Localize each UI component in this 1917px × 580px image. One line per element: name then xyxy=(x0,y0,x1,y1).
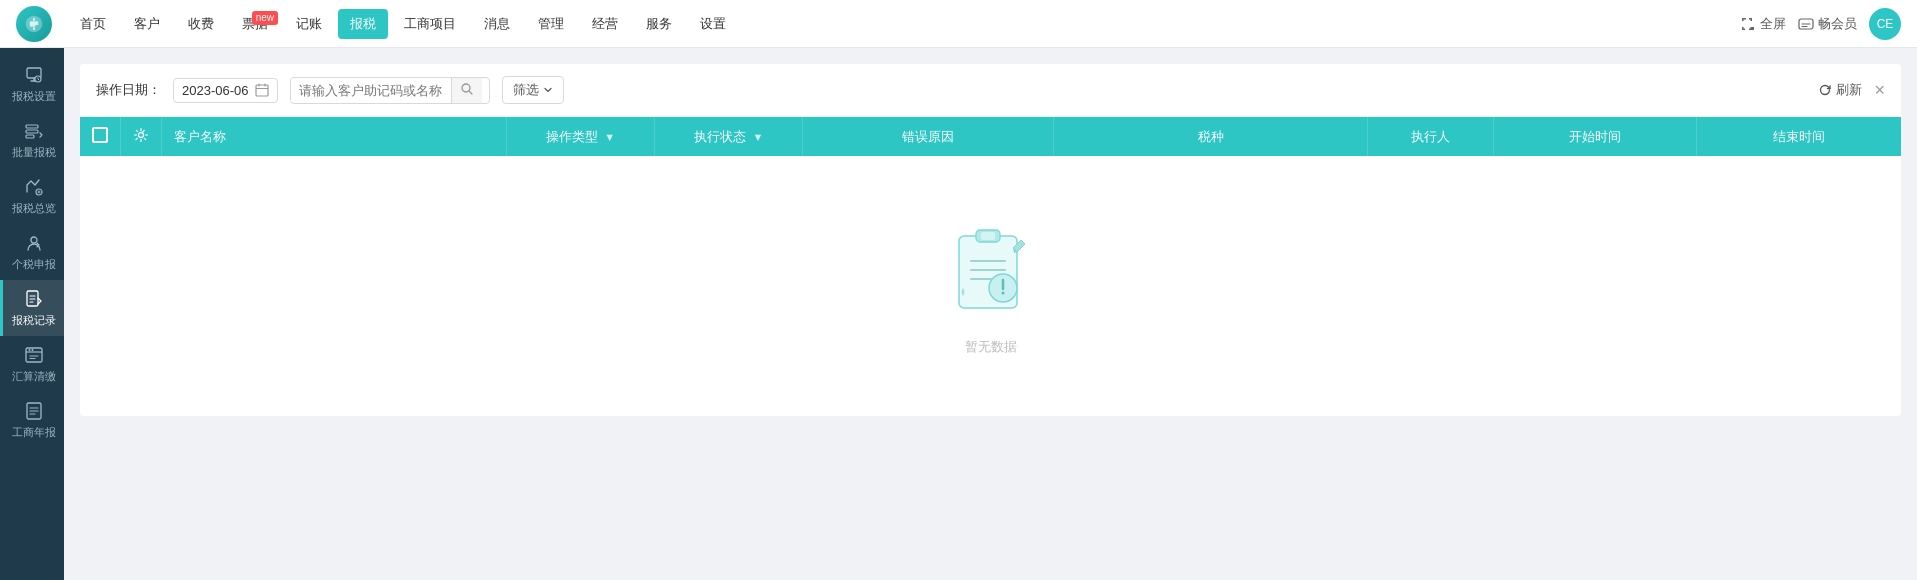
table-container: 客户名称 操作类型 ▼ 执行状态 ▼ 错误原因 xyxy=(80,117,1901,416)
user-avatar[interactable]: CE xyxy=(1869,8,1901,40)
sidebar-label-personal-tax: 个税申报 xyxy=(12,257,56,272)
calendar-icon xyxy=(255,83,269,97)
nav-messages[interactable]: 消息 xyxy=(472,9,522,39)
app-logo[interactable] xyxy=(16,6,52,42)
sidebar-label-settlement: 汇算清缴 xyxy=(12,369,56,384)
sidebar-item-batch-tax[interactable]: 批量报税 xyxy=(0,112,64,168)
new-badge: new xyxy=(252,11,278,25)
svg-rect-5 xyxy=(26,135,34,138)
search-input[interactable] xyxy=(291,79,451,102)
sidebar-label-tax-records: 报税记录 xyxy=(12,313,56,328)
sidebar-item-annual-report[interactable]: 工商年报 xyxy=(0,392,64,448)
empty-illustration xyxy=(941,216,1041,326)
svg-point-10 xyxy=(28,349,30,351)
svg-rect-9 xyxy=(26,348,42,362)
tax-settings-icon xyxy=(23,64,45,86)
table-header-row: 客户名称 操作类型 ▼ 执行状态 ▼ 错误原因 xyxy=(80,117,1901,156)
th-error-reason: 错误原因 xyxy=(803,117,1054,156)
personal-tax-icon xyxy=(23,232,45,254)
fullscreen-icon xyxy=(1740,16,1756,32)
date-picker[interactable]: 2023-06-06 xyxy=(173,78,278,103)
member-icon xyxy=(1798,16,1814,32)
th-start-time: 开始时间 xyxy=(1493,117,1697,156)
th-executor: 执行人 xyxy=(1368,117,1494,156)
sidebar-item-personal-tax[interactable]: 个税申报 xyxy=(0,224,64,280)
th-checkbox[interactable] xyxy=(80,117,120,156)
op-type-filter-icon: ▼ xyxy=(604,131,615,143)
table-body: 暂无数据 xyxy=(80,156,1901,416)
refresh-icon xyxy=(1818,83,1832,97)
sidebar: 报税设置 批量报税 报税总览 xyxy=(0,48,64,580)
search-button[interactable] xyxy=(451,78,482,103)
date-label: 操作日期： xyxy=(96,81,161,99)
settings-icon xyxy=(133,127,149,143)
nav-services[interactable]: 服务 xyxy=(634,9,684,39)
nav-tax[interactable]: 报税 xyxy=(338,9,388,39)
th-name: 客户名称 xyxy=(161,117,506,156)
search-icon xyxy=(460,82,474,96)
sidebar-item-tax-summary[interactable]: 报税总览 xyxy=(0,168,64,224)
svg-rect-13 xyxy=(256,85,268,96)
close-button[interactable]: × xyxy=(1874,81,1885,99)
top-nav-right: 全屏 畅会员 CE xyxy=(1740,8,1901,40)
toolbar: 操作日期： 2023-06-06 筛选 xyxy=(80,64,1901,117)
th-tax-type: 税种 xyxy=(1054,117,1368,156)
sidebar-item-tax-records[interactable]: 报税记录 xyxy=(0,280,64,336)
svg-rect-3 xyxy=(26,125,38,128)
tax-summary-icon xyxy=(23,176,45,198)
select-all-checkbox[interactable] xyxy=(92,127,108,143)
svg-point-7 xyxy=(31,237,37,243)
nav-billing[interactable]: 收费 xyxy=(176,9,226,39)
th-exec-status[interactable]: 执行状态 ▼ xyxy=(654,117,802,156)
filter-button[interactable]: 筛选 xyxy=(502,76,564,104)
tax-records-icon xyxy=(23,288,45,310)
sidebar-item-settlement[interactable]: 汇算清缴 xyxy=(0,336,64,392)
th-settings[interactable] xyxy=(120,117,161,156)
main-content: 操作日期： 2023-06-06 筛选 xyxy=(64,48,1917,580)
sidebar-label-tax-summary: 报税总览 xyxy=(12,201,56,216)
exec-status-filter-icon: ▼ xyxy=(752,131,763,143)
svg-point-11 xyxy=(31,349,33,351)
refresh-button[interactable]: 刷新 xyxy=(1818,81,1862,99)
nav-accounting[interactable]: 记账 xyxy=(284,9,334,39)
batch-tax-icon xyxy=(23,120,45,142)
member-button[interactable]: 畅会员 xyxy=(1798,15,1857,33)
empty-text: 暂无数据 xyxy=(965,338,1017,356)
nav-business[interactable]: 工商项目 xyxy=(392,9,468,39)
sidebar-item-tax-settings[interactable]: 报税设置 xyxy=(0,56,64,112)
top-nav: 首页 客户 收费 票据 new 记账 报税 工商项目 消息 管理 经营 服务 设… xyxy=(0,0,1917,48)
nav-items: 首页 客户 收费 票据 new 记账 报税 工商项目 消息 管理 经营 服务 设… xyxy=(68,9,1740,39)
th-end-time: 结束时间 xyxy=(1697,117,1901,156)
empty-state: 暂无数据 xyxy=(80,156,1901,416)
svg-point-14 xyxy=(462,84,470,92)
data-table: 客户名称 操作类型 ▼ 执行状态 ▼ 错误原因 xyxy=(80,117,1901,416)
search-box xyxy=(290,77,490,104)
nav-settings[interactable]: 设置 xyxy=(688,9,738,39)
nav-operations[interactable]: 经营 xyxy=(580,9,630,39)
svg-point-20 xyxy=(1001,292,1004,295)
annual-report-icon xyxy=(23,400,45,422)
settlement-icon xyxy=(23,344,45,366)
svg-rect-4 xyxy=(26,130,38,133)
sidebar-label-annual-report: 工商年报 xyxy=(12,425,56,440)
toolbar-right: 刷新 × xyxy=(1818,81,1885,99)
nav-customers[interactable]: 客户 xyxy=(122,9,172,39)
nav-invoices[interactable]: 票据 new xyxy=(230,9,280,39)
sidebar-label-tax-settings: 报税设置 xyxy=(12,89,56,104)
svg-rect-18 xyxy=(981,232,995,240)
nav-management[interactable]: 管理 xyxy=(526,9,576,39)
th-op-type[interactable]: 操作类型 ▼ xyxy=(506,117,654,156)
nav-home[interactable]: 首页 xyxy=(68,9,118,39)
date-value: 2023-06-06 xyxy=(182,83,249,98)
fullscreen-button[interactable]: 全屏 xyxy=(1740,15,1786,33)
sidebar-label-batch-tax: 批量报税 xyxy=(12,145,56,160)
svg-point-15 xyxy=(138,133,143,138)
content-card: 操作日期： 2023-06-06 筛选 xyxy=(80,64,1901,416)
chevron-down-icon xyxy=(543,85,553,95)
